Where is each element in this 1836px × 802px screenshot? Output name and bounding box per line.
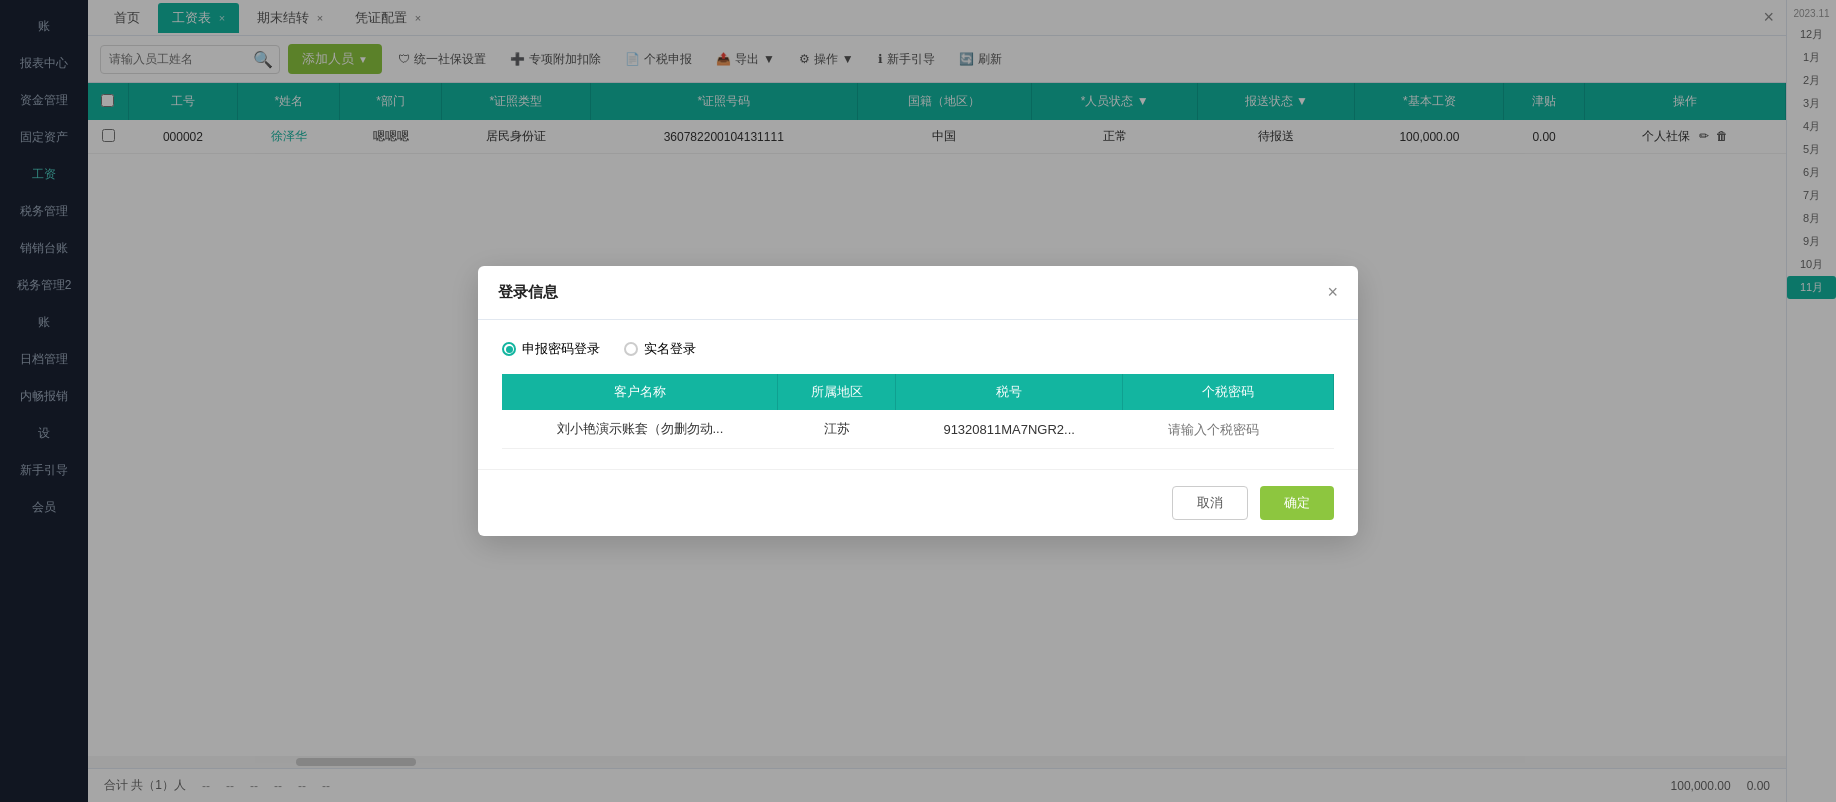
client-tax-password-cell[interactable] (1123, 410, 1334, 449)
modal-col-tax-password: 个税密码 (1123, 374, 1334, 410)
confirm-button[interactable]: 确定 (1260, 486, 1334, 520)
modal-header: 登录信息 × (478, 266, 1358, 320)
modal-close-button[interactable]: × (1327, 282, 1338, 303)
modal-body: 申报密码登录 实名登录 客户名称 所属地区 税号 个税密码 (478, 320, 1358, 469)
cancel-button[interactable]: 取消 (1172, 486, 1248, 520)
client-table-row: 刘小艳演示账套（勿删勿动... 江苏 91320811MA7NGR2... (502, 410, 1334, 449)
modal-col-tax-id: 税号 (896, 374, 1123, 410)
client-table: 客户名称 所属地区 税号 个税密码 刘小艳演示账套（勿删勿动... 江苏 913… (502, 374, 1334, 449)
login-type-radio-group: 申报密码登录 实名登录 (502, 340, 1334, 358)
radio-realname-login[interactable]: 实名登录 (624, 340, 696, 358)
client-name-cell: 刘小艳演示账套（勿删勿动... (502, 410, 778, 449)
modal-col-client-name: 客户名称 (502, 374, 778, 410)
modal-col-region: 所属地区 (778, 374, 896, 410)
tax-password-input[interactable] (1168, 422, 1288, 437)
login-info-modal: 登录信息 × 申报密码登录 实名登录 客户名称 所属地区 (478, 266, 1358, 536)
client-tax-id-cell: 91320811MA7NGR2... (896, 410, 1123, 449)
radio-password-dot (502, 342, 516, 356)
radio-password-login[interactable]: 申报密码登录 (502, 340, 600, 358)
client-region-cell: 江苏 (778, 410, 896, 449)
modal-overlay: 登录信息 × 申报密码登录 实名登录 客户名称 所属地区 (0, 0, 1836, 802)
radio-realname-dot (624, 342, 638, 356)
modal-title: 登录信息 (498, 283, 558, 302)
modal-footer: 取消 确定 (478, 469, 1358, 536)
